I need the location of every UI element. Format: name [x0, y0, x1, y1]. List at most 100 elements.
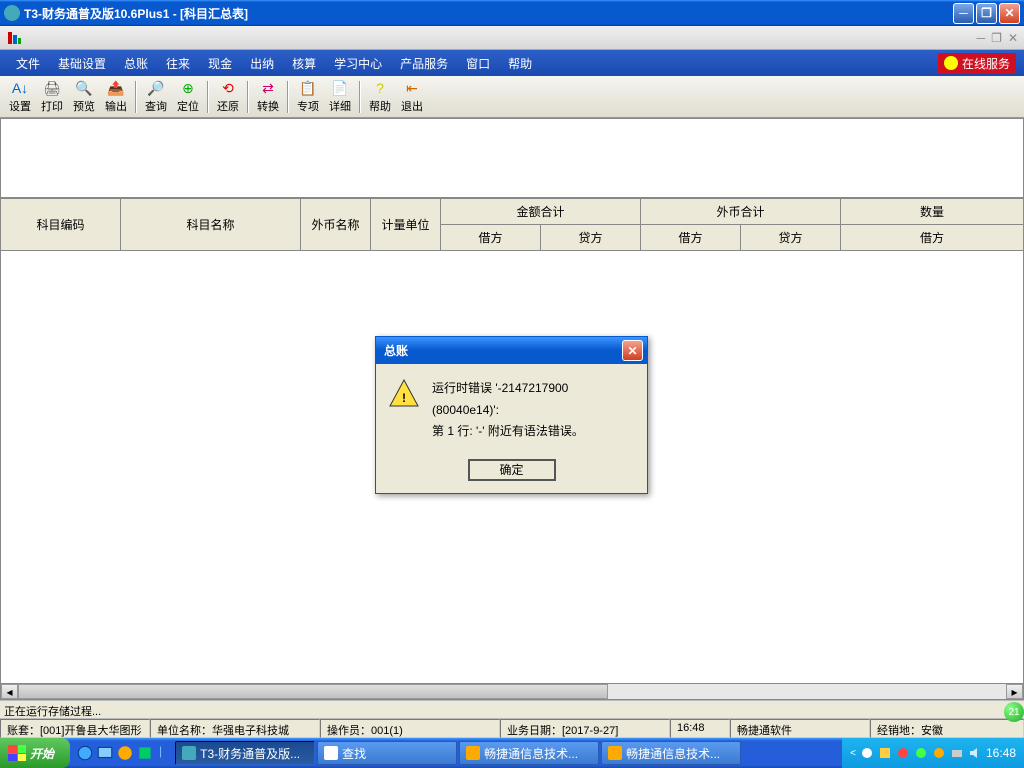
- tray-clock[interactable]: 16:48: [986, 746, 1016, 760]
- task-icon-3: [608, 746, 622, 760]
- mdi-restore-icon[interactable]: ❐: [991, 31, 1002, 45]
- scroll-thumb[interactable]: [18, 684, 608, 699]
- system-tray[interactable]: < 16:48: [842, 738, 1024, 768]
- dialog-message: 运行时错误 '-2147217900 (80040e14)': 第 1 行: '…: [432, 378, 635, 443]
- dialog-title-bar[interactable]: 总账 ✕: [376, 337, 647, 364]
- tool-label-转换: 转换: [257, 98, 279, 114]
- desktop-icon[interactable]: [96, 744, 114, 762]
- start-button[interactable]: 开始: [0, 738, 70, 768]
- tool-定位[interactable]: ⊕定位: [172, 78, 204, 116]
- tray-icon-2[interactable]: [878, 746, 892, 760]
- horizontal-scrollbar[interactable]: ◂ ▸: [0, 683, 1024, 700]
- status-bar: 账套：[001]开鲁县大华图形 单位名称：华强电子科技城 操作员：001(1) …: [0, 718, 1024, 738]
- window-title-bar: T3-财务通普及版10.6Plus1 - [科目汇总表] ─ ❐ ✕: [0, 0, 1024, 26]
- menu-6[interactable]: 核算: [284, 51, 324, 76]
- tool-label-定位: 定位: [177, 98, 199, 114]
- tool-查询[interactable]: 🔎查询: [140, 78, 172, 116]
- close-button[interactable]: ✕: [999, 3, 1020, 24]
- filter-panel: [0, 118, 1024, 198]
- ql-separator: |: [159, 744, 162, 762]
- tool-icon-转换: ⇄: [259, 79, 277, 97]
- task-icon-0: [182, 746, 196, 760]
- tool-label-还原: 还原: [217, 98, 239, 114]
- tool-详细[interactable]: 📄详细: [324, 78, 356, 116]
- window-title: T3-财务通普及版10.6Plus1 - [科目汇总表]: [24, 5, 953, 22]
- tool-打印[interactable]: 🖨打印: [36, 78, 68, 116]
- menu-1[interactable]: 基础设置: [50, 51, 114, 76]
- task-icon-1: [324, 746, 338, 760]
- menu-10[interactable]: 帮助: [500, 51, 540, 76]
- col-amount-total: 金额合计: [441, 199, 641, 225]
- service-icon: [944, 56, 958, 70]
- quick-launch: |: [70, 744, 171, 762]
- taskbar-tasks: T3-财务通普及版...查找畅捷通信息技术...畅捷通信息技术...: [171, 741, 842, 765]
- toolbar: A↓设置🖨打印🔍预览📤输出🔎查询⊕定位⟲还原⇄转换📋专项📄详细?帮助⇤退出: [0, 76, 1024, 118]
- start-label: 开始: [30, 745, 54, 762]
- menu-7[interactable]: 学习中心: [326, 51, 390, 76]
- tool-label-帮助: 帮助: [369, 98, 391, 114]
- minimize-button[interactable]: ─: [953, 3, 974, 24]
- tray-chevron-icon[interactable]: <: [850, 748, 856, 759]
- tool-预览[interactable]: 🔍预览: [68, 78, 100, 116]
- tray-icon-1[interactable]: [860, 746, 874, 760]
- status-unit: 单位名称：华强电子科技城: [150, 719, 320, 738]
- tool-icon-设置: A↓: [11, 79, 29, 97]
- maximize-button[interactable]: ❐: [976, 3, 997, 24]
- col-name: 科目名称: [121, 199, 301, 251]
- status-bizdate: 业务日期：[2017-9-27]: [500, 719, 670, 738]
- tool-输出[interactable]: 📤输出: [100, 78, 132, 116]
- app-icon: [4, 5, 20, 21]
- ql-icon-3[interactable]: [116, 744, 134, 762]
- tray-icon-4[interactable]: [914, 746, 928, 760]
- menu-9[interactable]: 窗口: [458, 51, 498, 76]
- tool-专项[interactable]: 📋专项: [292, 78, 324, 116]
- dialog-msg-line2: 第 1 行: '-' 附近有语法错误。: [432, 421, 635, 443]
- tool-转换[interactable]: ⇄转换: [252, 78, 284, 116]
- summary-table: 科目编码 科目名称 外币名称 计量单位 金额合计 外币合计 数量 借方 贷方 借…: [0, 198, 1024, 251]
- tool-帮助[interactable]: ?帮助: [364, 78, 396, 116]
- menu-bar: 文件基础设置总账往来现金出纳核算学习中心产品服务窗口帮助 在线服务: [0, 50, 1024, 76]
- dialog-close-button[interactable]: ✕: [622, 340, 643, 361]
- tray-volume-icon[interactable]: [968, 746, 982, 760]
- notification-badge[interactable]: 21: [1004, 702, 1024, 722]
- scroll-right-button[interactable]: ▸: [1006, 684, 1023, 699]
- tray-icon-6[interactable]: [950, 746, 964, 760]
- menu-8[interactable]: 产品服务: [392, 51, 456, 76]
- taskbar-task-0[interactable]: T3-财务通普及版...: [175, 741, 315, 765]
- status-account: 账套：[001]开鲁县大华图形: [0, 719, 150, 738]
- mdi-close-icon[interactable]: ✕: [1008, 31, 1018, 45]
- menu-3[interactable]: 往来: [158, 51, 198, 76]
- tool-退出[interactable]: ⇤退出: [396, 78, 428, 116]
- menu-2[interactable]: 总账: [116, 51, 156, 76]
- online-service-button[interactable]: 在线服务: [938, 53, 1016, 74]
- col-debit-1: 借方: [441, 225, 541, 251]
- status-vendor: 畅捷通软件: [730, 719, 870, 738]
- taskbar-task-3[interactable]: 畅捷通信息技术...: [601, 741, 741, 765]
- col-debit-3: 借方: [841, 225, 1024, 251]
- taskbar-task-2[interactable]: 畅捷通信息技术...: [459, 741, 599, 765]
- svg-text:!: !: [402, 391, 406, 405]
- col-debit-2: 借方: [641, 225, 741, 251]
- tool-icon-定位: ⊕: [179, 79, 197, 97]
- tray-icon-3[interactable]: [896, 746, 910, 760]
- menu-5[interactable]: 出纳: [242, 51, 282, 76]
- ie-icon[interactable]: [76, 744, 94, 762]
- mdi-minimize-icon[interactable]: ─: [977, 31, 986, 45]
- ql-icon-4[interactable]: [136, 744, 154, 762]
- toolbar-separator: [359, 81, 361, 113]
- tool-设置[interactable]: A↓设置: [4, 78, 36, 116]
- tool-label-打印: 打印: [41, 98, 63, 114]
- menu-4[interactable]: 现金: [200, 51, 240, 76]
- tool-label-输出: 输出: [105, 98, 127, 114]
- tool-label-退出: 退出: [401, 98, 423, 114]
- warning-icon: !: [388, 378, 420, 410]
- dialog-ok-button[interactable]: 确定: [468, 459, 556, 481]
- tray-icon-5[interactable]: [932, 746, 946, 760]
- scroll-left-button[interactable]: ◂: [1, 684, 18, 699]
- taskbar-task-1[interactable]: 查找: [317, 741, 457, 765]
- col-unit: 计量单位: [371, 199, 441, 251]
- menu-0[interactable]: 文件: [8, 51, 48, 76]
- tool-icon-输出: 📤: [107, 79, 125, 97]
- scroll-track[interactable]: [18, 684, 1006, 699]
- tool-还原[interactable]: ⟲还原: [212, 78, 244, 116]
